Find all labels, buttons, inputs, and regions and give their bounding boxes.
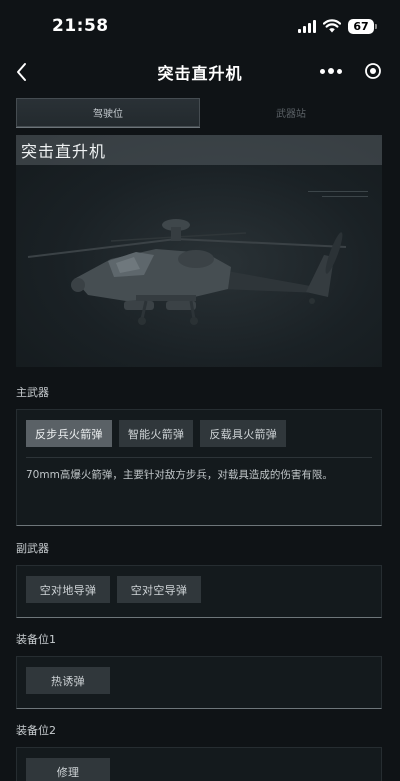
vehicle-title-bar: 突击直升机 xyxy=(16,135,382,165)
secondary-weapon-options: 空对地导弹 空对空导弹 xyxy=(17,566,381,613)
equipment-2-option-repair[interactable]: 修理 xyxy=(26,758,110,781)
equipment-2-label: 装备位2 xyxy=(16,724,56,737)
vehicle-preview: 突击直升机 xyxy=(16,135,382,367)
equipment-1-label: 装备位1 xyxy=(16,633,56,646)
primary-weapon-option-anti-vehicle[interactable]: 反载具火箭弹 xyxy=(200,420,287,447)
vehicle-name: 突击直升机 xyxy=(21,142,107,161)
equipment-1-panel: 热诱弹 xyxy=(16,656,382,709)
secondary-weapon-option-air-to-air[interactable]: 空对空导弹 xyxy=(117,576,201,603)
back-icon[interactable] xyxy=(12,60,32,84)
secondary-weapon-label: 副武器 xyxy=(16,542,49,555)
signal-icon xyxy=(298,19,316,33)
equipment-1-options: 热诱弹 xyxy=(17,657,381,704)
primary-weapon-label: 主武器 xyxy=(16,386,49,399)
close-target-icon[interactable] xyxy=(364,62,382,80)
tab-weapon-station[interactable]: 武器站 xyxy=(200,98,382,127)
weapon-description: 70mm高爆火箭弹，主要针对敌方步兵，对载具造成的伤害有限。 xyxy=(26,469,333,481)
secondary-weapon-option-air-to-ground[interactable]: 空对地导弹 xyxy=(26,576,110,603)
nav-bar: 突击直升机 xyxy=(0,52,400,92)
status-icons: 67 xyxy=(298,18,377,34)
equipment-1-option-flares[interactable]: 热诱弹 xyxy=(26,667,110,694)
status-time: 21:58 xyxy=(52,16,109,36)
secondary-weapon-panel: 空对地导弹 空对空导弹 xyxy=(16,565,382,618)
primary-weapon-option-smart[interactable]: 智能火箭弹 xyxy=(118,420,194,447)
helicopter-image xyxy=(27,219,347,325)
primary-weapon-options: 反步兵火箭弹 智能火箭弹 反载具火箭弹 xyxy=(17,410,381,457)
status-bar: 21:58 67 xyxy=(0,0,400,52)
mini-program-capsule xyxy=(310,55,390,87)
seat-tabs: 驾驶位 武器站 xyxy=(16,98,382,127)
equipment-2-options: 修理 xyxy=(17,748,381,781)
more-icon[interactable] xyxy=(320,68,342,74)
page-title: 突击直升机 xyxy=(157,64,243,83)
primary-weapon-panel: 反步兵火箭弹 智能火箭弹 反载具火箭弹 70mm高爆火箭弹，主要针对敌方步兵，对… xyxy=(16,409,382,526)
wifi-icon xyxy=(323,19,341,33)
primary-weapon-option-anti-infantry[interactable]: 反步兵火箭弹 xyxy=(26,420,112,447)
battery-indicator: 67 xyxy=(348,18,377,34)
tab-pilot-seat[interactable]: 驾驶位 xyxy=(16,98,200,127)
equipment-2-panel: 修理 xyxy=(16,747,382,781)
